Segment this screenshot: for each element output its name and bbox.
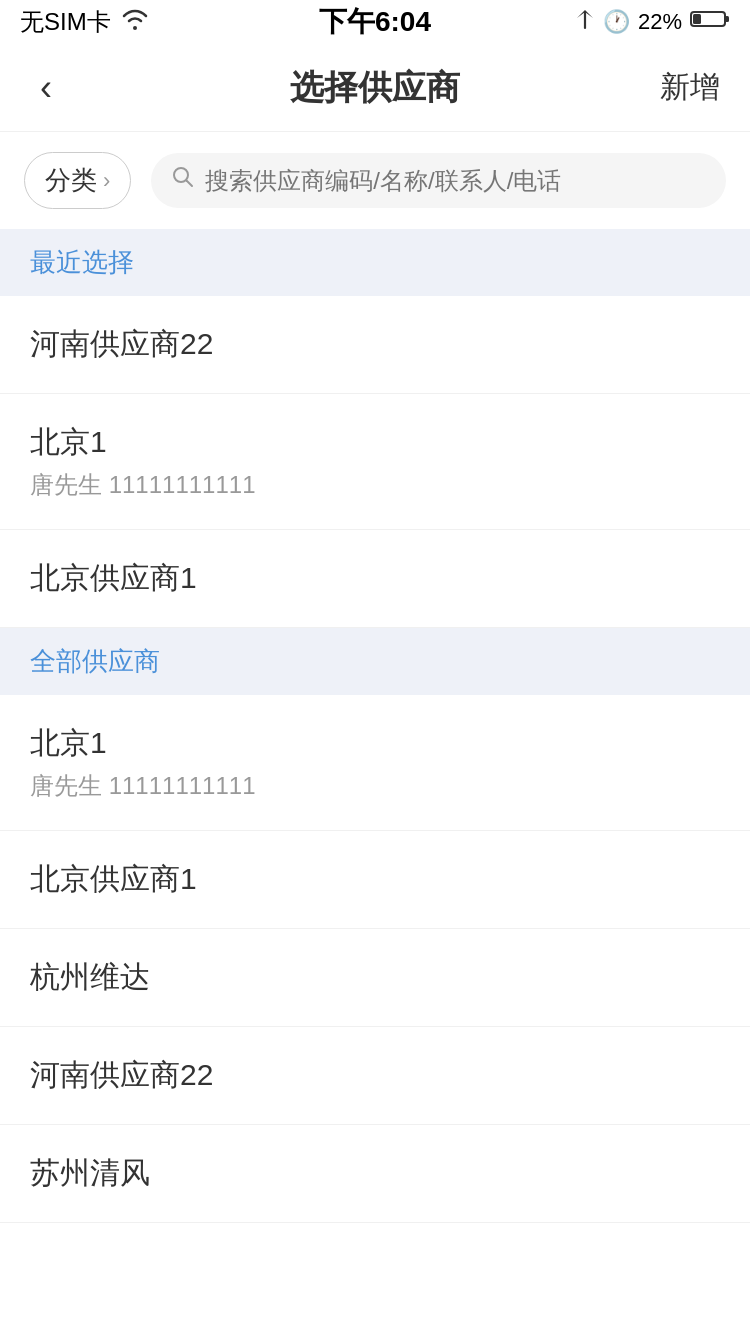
item-name: 北京供应商1 [30,558,720,599]
add-button[interactable]: 新增 [660,67,720,108]
location-icon [575,8,595,36]
all-list-item[interactable]: 北京供应商1 [0,831,750,929]
svg-line-4 [187,181,193,187]
filter-bar: 分类 › [0,132,750,229]
item-name: 苏州清风 [30,1153,720,1194]
all-list-item[interactable]: 河南供应商22 [0,1027,750,1125]
status-time: 下午6:04 [319,3,431,41]
item-name: 河南供应商22 [30,1055,720,1096]
item-name: 北京1 [30,723,720,764]
status-right: 🕐 22% [575,8,730,36]
item-sub: 唐先生 11111111111 [30,770,720,802]
chevron-right-icon: › [103,168,110,194]
item-name: 北京供应商1 [30,859,720,900]
recent-section-label: 最近选择 [30,247,134,277]
all-section-label: 全部供应商 [30,646,160,676]
item-name: 杭州维达 [30,957,720,998]
battery-text: 22% [638,9,682,35]
search-box [151,153,726,208]
category-label: 分类 [45,163,97,198]
all-list: 北京1 唐先生 11111111111 北京供应商1 杭州维达河南供应商22 苏州清风 [0,695,750,1223]
item-sub: 唐先生 11111111111 [30,469,720,501]
category-filter[interactable]: 分类 › [24,152,131,209]
wifi-icon [121,8,149,36]
all-list-item[interactable]: 北京1 唐先生 11111111111 [0,695,750,831]
alarm-icon: 🕐 [603,9,630,35]
item-name: 北京1 [30,422,720,463]
search-input[interactable] [205,167,706,195]
svg-rect-1 [725,16,729,22]
status-bar: 无SIM卡 下午6:04 🕐 22% [0,0,750,44]
carrier-text: 无SIM卡 [20,6,111,38]
all-list-item[interactable]: 杭州维达 [0,929,750,1027]
recent-list-item[interactable]: 北京供应商1 [0,530,750,628]
back-button[interactable]: ‹ [30,57,62,119]
all-list-item[interactable]: 苏州清风 [0,1125,750,1223]
recent-list: 河南供应商22 北京1 唐先生 11111111111 北京供应商1 [0,296,750,628]
all-section-header: 全部供应商 [0,628,750,695]
page-title: 选择供应商 [290,65,460,111]
nav-bar: ‹ 选择供应商 新增 [0,44,750,132]
status-left: 无SIM卡 [20,6,149,38]
recent-list-item[interactable]: 北京1 唐先生 11111111111 [0,394,750,530]
battery-icon [690,9,730,35]
item-name: 河南供应商22 [30,324,720,365]
recent-list-item[interactable]: 河南供应商22 [0,296,750,394]
svg-rect-2 [693,14,701,24]
search-icon [171,165,195,196]
recent-section-header: 最近选择 [0,229,750,296]
